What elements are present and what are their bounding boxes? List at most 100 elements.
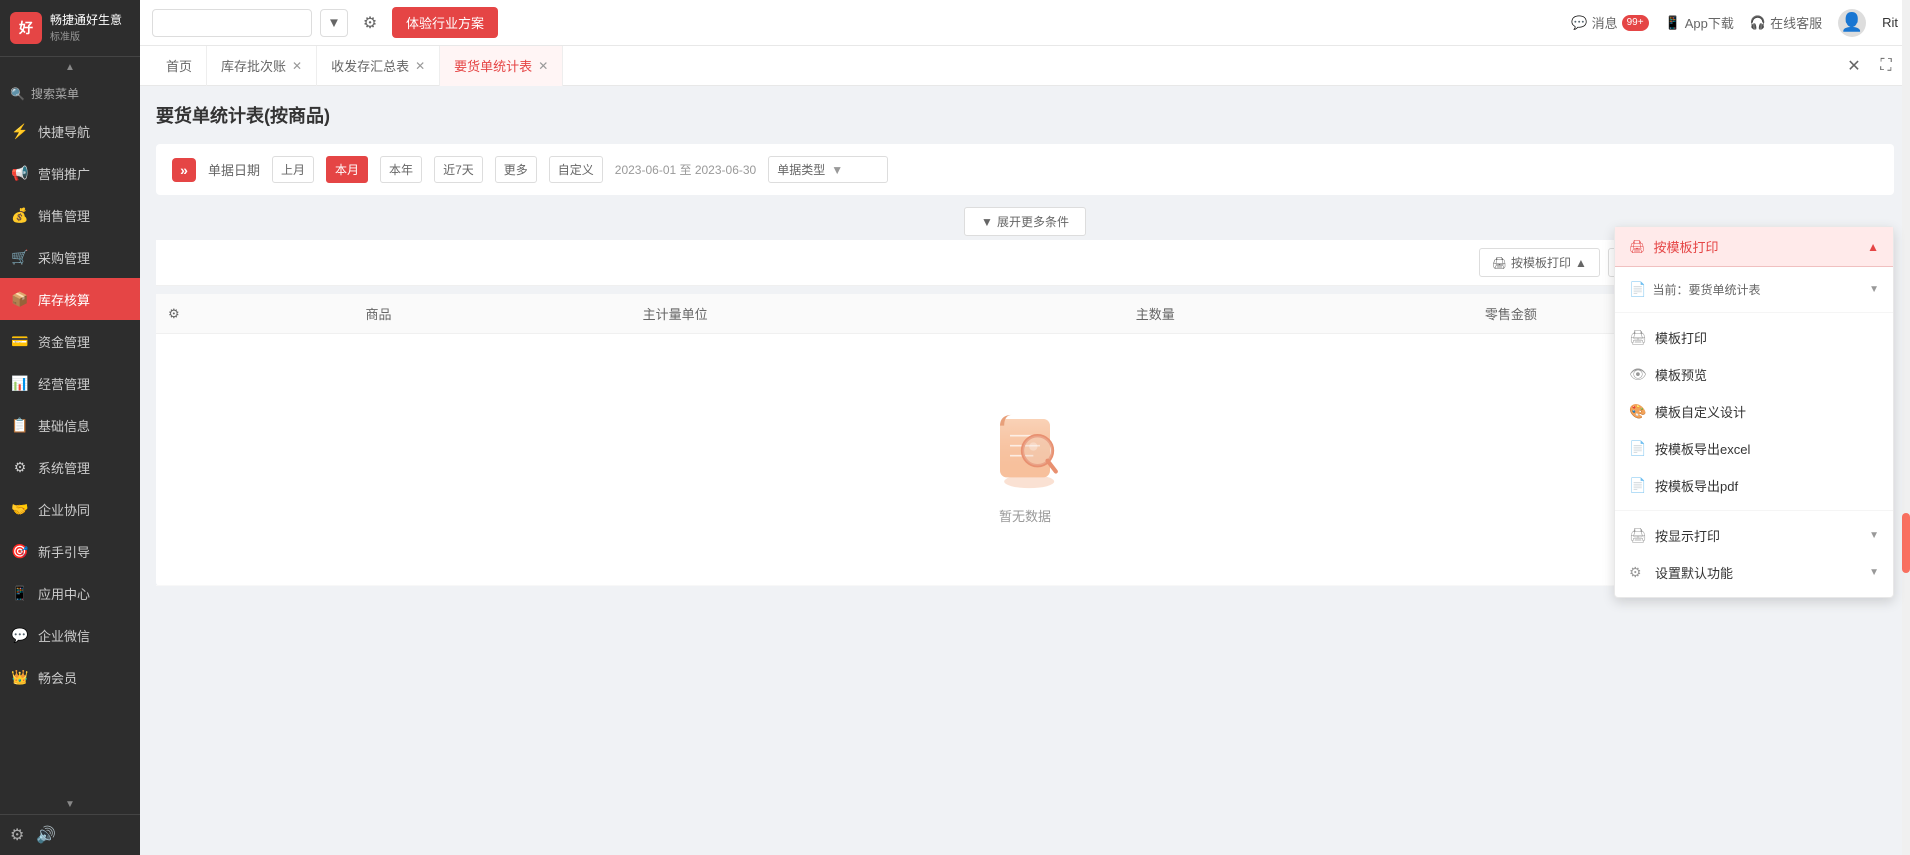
messages-action[interactable]: 💬 消息 99+ (1571, 13, 1648, 32)
online-service-action[interactable]: 🎧 在线客服 (1750, 13, 1822, 32)
sidebar-search[interactable]: 🔍 搜索菜单 (0, 77, 140, 110)
volume-icon[interactable]: 🔊 (36, 825, 56, 845)
sidebar-item-app-center[interactable]: 📱 应用中心 (0, 572, 140, 614)
template-excel-label: 按模板导出excel (1655, 439, 1750, 458)
print-dropdown-header[interactable]: 🖨 按模板打印 ▲ (1615, 227, 1893, 267)
sidebar-item-finance[interactable]: 💳 资金管理 (0, 320, 140, 362)
sidebar-item-wechat[interactable]: 💬 企业微信 (0, 614, 140, 656)
sidebar-item-guide[interactable]: 🎯 新手引导 (0, 530, 140, 572)
sidebar-item-cooperation[interactable]: 🤝 企业协同 (0, 488, 140, 530)
th-unit: 主计量单位 (631, 294, 1124, 334)
print-dropdown-item-4[interactable]: 📄 按模板导出pdf (1615, 467, 1893, 504)
tab-order-stats[interactable]: 要货单统计表 ✕ (440, 46, 563, 86)
topbar-gear-btn[interactable]: ⚙ (356, 9, 384, 37)
print-dropdown: 🖨 按模板打印 ▲ 📄 当前：要货单统计表 ▼ 🖨 模板打印 👁 (1614, 226, 1894, 598)
print-dropdown-sub-0[interactable]: 🖨 按显示打印 ▼ (1615, 517, 1893, 554)
sidebar-item-inventory[interactable]: 📦 库存核算 (0, 278, 140, 320)
date-btn-more[interactable]: 更多 (495, 156, 537, 183)
tab-inventory-batch[interactable]: 库存批次账 ✕ (207, 46, 317, 86)
template-preview-icon: 👁 (1629, 366, 1645, 383)
sidebar-item-basic-info[interactable]: 📋 基础信息 (0, 404, 140, 446)
empty-illustration (975, 394, 1075, 494)
set-default-arrow: ▼ (1869, 567, 1879, 578)
sidebar: 好 畅捷通好生意 标准版 ▲ 🔍 搜索菜单 ⚡ 快捷导航 📢 营销推广 💰 销售… (0, 0, 140, 855)
template-custom-label: 模板自定义设计 (1655, 402, 1746, 421)
sidebar-item-label: 企业协同 (38, 500, 90, 519)
template-preview-label: 模板预览 (1655, 365, 1707, 384)
app-download-action[interactable]: 📱 App下载 (1665, 13, 1734, 32)
sidebar-item-label: 应用中心 (38, 584, 90, 603)
sidebar-item-label: 营销推广 (38, 164, 90, 183)
current-template-label: 当前：要货单统计表 (1652, 281, 1760, 298)
topbar-actions: 💬 消息 99+ 📱 App下载 🎧 在线客服 👤 Rit (1571, 9, 1898, 37)
settings-icon[interactable]: ⚙ (10, 825, 24, 845)
date-btn-last7[interactable]: 近7天 (434, 156, 483, 183)
order-type-select[interactable]: 单据类型 ▼ (768, 156, 888, 183)
expand-more-icon: ▼ (981, 215, 993, 229)
tab-receipt-summary[interactable]: 收发存汇总表 ✕ (317, 46, 440, 86)
print-dropdown-sub-section: 🖨 按显示打印 ▼ ⚙ 设置默认功能 ▼ (1615, 511, 1893, 597)
tab-receipt-summary-close[interactable]: ✕ (415, 59, 425, 73)
scrollbar-track (1902, 0, 1910, 855)
tab-inventory-batch-close[interactable]: ✕ (292, 59, 302, 73)
sidebar-item-operations[interactable]: 📊 经营管理 (0, 362, 140, 404)
topbar: ▼ ⚙ 体验行业方案 💬 消息 99+ 📱 App下载 🎧 在线客服 👤 Rit (140, 0, 1910, 46)
sidebar-nav: ⚡ 快捷导航 📢 营销推广 💰 销售管理 🛒 采购管理 📦 库存核算 💳 资金管… (0, 110, 140, 794)
expand-more-btn[interactable]: ▼ 展开更多条件 (964, 207, 1086, 236)
th-product: 商品 (354, 294, 631, 334)
print-dropdown-item-3[interactable]: 📄 按模板导出excel (1615, 430, 1893, 467)
scrollbar-thumb[interactable] (1902, 513, 1910, 573)
sidebar-item-quick-nav[interactable]: ⚡ 快捷导航 (0, 110, 140, 152)
template-excel-icon: 📄 (1629, 440, 1645, 457)
date-btn-this-month[interactable]: 本月 (326, 156, 368, 183)
date-btn-last-month[interactable]: 上月 (272, 156, 314, 183)
print-template-btn[interactable]: 🖨 按模板打印 ▲ (1479, 248, 1600, 277)
sidebar-item-system[interactable]: ⚙ 系统管理 (0, 446, 140, 488)
sidebar-item-label: 快捷导航 (38, 122, 90, 141)
marketing-icon: 📢 (10, 163, 30, 183)
tab-receipt-summary-label: 收发存汇总表 (331, 56, 409, 75)
print-icon: 🖨 (1492, 256, 1507, 270)
username: Rit (1882, 15, 1898, 30)
sidebar-item-purchase[interactable]: 🛒 采购管理 (0, 236, 140, 278)
window-close-btn[interactable]: ✕ (1842, 54, 1866, 78)
template-print-label: 模板打印 (1655, 328, 1707, 347)
current-template-item[interactable]: 📄 当前：要货单统计表 ▼ (1615, 273, 1893, 306)
print-dropdown-item-0[interactable]: 🖨 模板打印 (1615, 319, 1893, 356)
topbar-dropdown-btn[interactable]: ▼ (320, 9, 348, 37)
app-name: 畅捷通好生意 (50, 13, 122, 29)
tab-home-label: 首页 (166, 56, 192, 75)
sidebar-item-sales[interactable]: 💰 销售管理 (0, 194, 140, 236)
template-print-icon: 🖨 (1629, 329, 1645, 346)
sidebar-item-marketing[interactable]: 📢 营销推广 (0, 152, 140, 194)
tab-home[interactable]: 首页 (152, 46, 207, 86)
print-dropdown-collapse[interactable]: ▲ (1867, 240, 1879, 254)
inventory-icon: 📦 (10, 289, 30, 309)
column-gear-icon[interactable]: ⚙ (168, 306, 180, 321)
tab-order-stats-close[interactable]: ✕ (538, 59, 548, 73)
print-dropdown-item-2[interactable]: 🎨 模板自定义设计 (1615, 393, 1893, 430)
date-btn-this-year[interactable]: 本年 (380, 156, 422, 183)
filter-expand-btn[interactable]: » (172, 158, 196, 182)
sidebar-item-label: 销售管理 (38, 206, 90, 225)
tabbar: 首页 库存批次账 ✕ 收发存汇总表 ✕ 要货单统计表 ✕ ✕ ⛶ (140, 46, 1910, 86)
print-dropdown-item-1[interactable]: 👁 模板预览 (1615, 356, 1893, 393)
sidebar-item-label: 资金管理 (38, 332, 90, 351)
sidebar-scroll-down[interactable]: ▼ (0, 794, 140, 814)
print-header-icon: 🖨 (1629, 239, 1646, 255)
th-gear[interactable]: ⚙ (156, 294, 354, 334)
sidebar-logo: 好 畅捷通好生意 标准版 (0, 0, 140, 57)
avatar[interactable]: 👤 (1838, 9, 1866, 37)
sidebar-item-label: 畅会员 (38, 668, 77, 687)
date-btn-custom[interactable]: 自定义 (549, 156, 603, 183)
sidebar-scroll-up[interactable]: ▲ (0, 57, 140, 77)
page-content: 要货单统计表(按商品) » 单据日期 上月 本月 本年 近7天 更多 自定义 2… (140, 86, 1910, 855)
print-dropdown-current-section: 📄 当前：要货单统计表 ▼ (1615, 267, 1893, 313)
print-dropdown-sub-1[interactable]: ⚙ 设置默认功能 ▼ (1615, 554, 1893, 591)
current-arrow: ▼ (1869, 284, 1879, 295)
industry-btn[interactable]: 体验行业方案 (392, 7, 498, 38)
template-pdf-label: 按模板导出pdf (1655, 476, 1738, 495)
topbar-search-input[interactable] (152, 9, 312, 37)
sidebar-item-member[interactable]: 👑 畅会员 (0, 656, 140, 698)
window-maximize-btn[interactable]: ⛶ (1874, 54, 1898, 78)
